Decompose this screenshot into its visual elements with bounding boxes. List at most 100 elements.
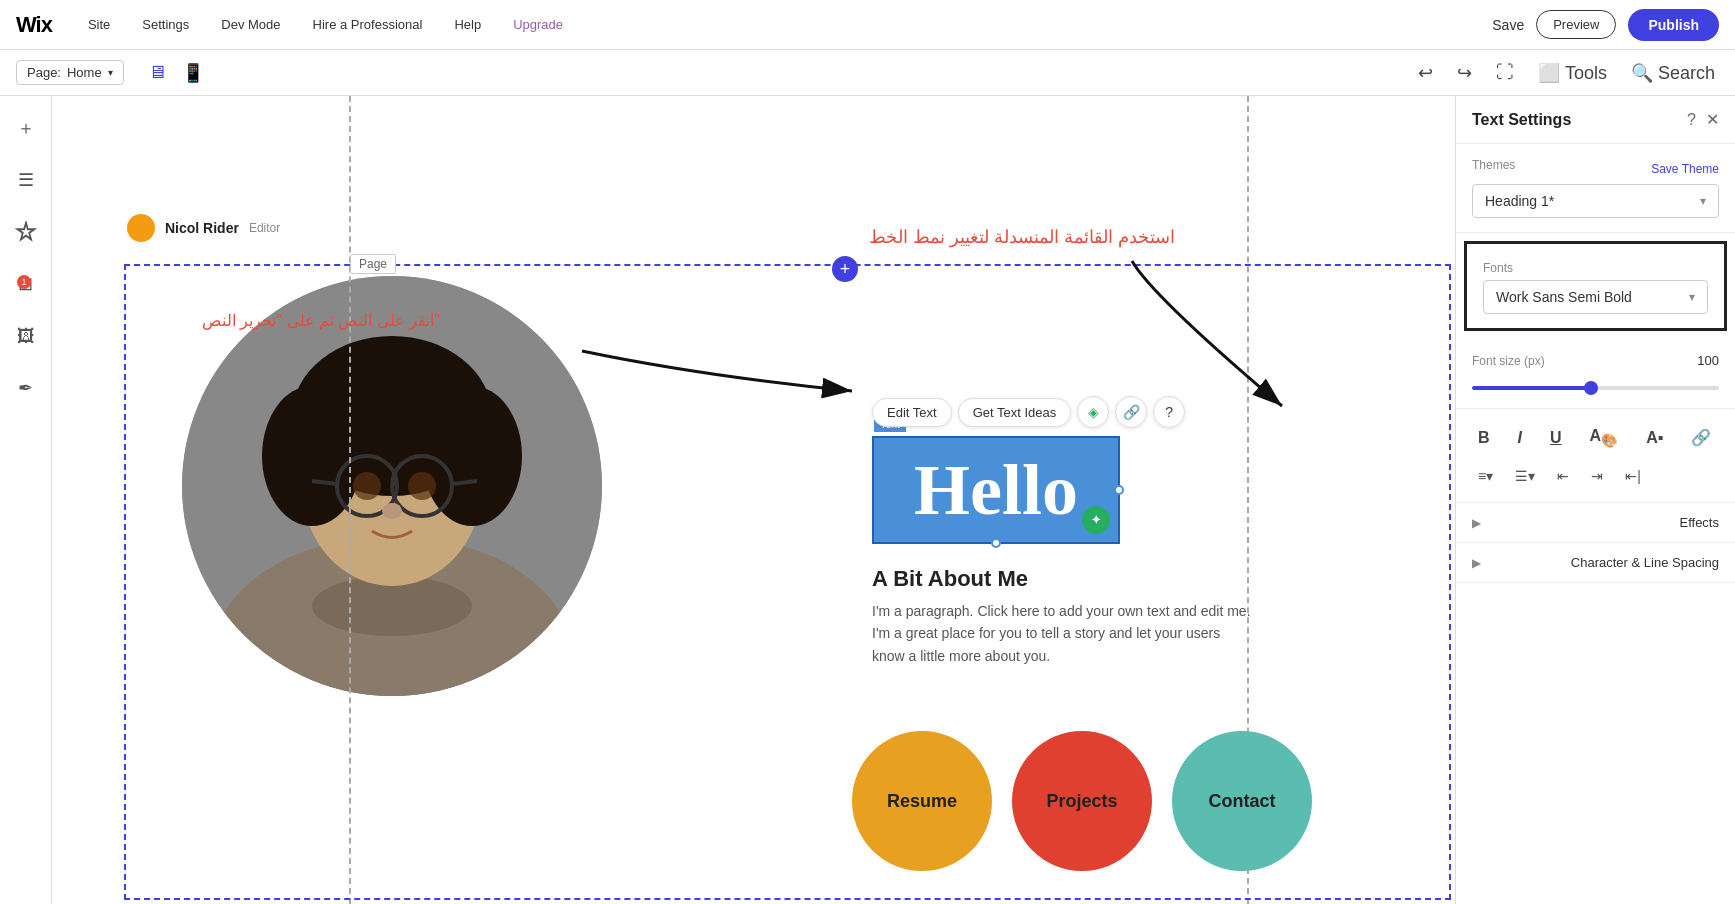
svg-point-17: [382, 503, 402, 519]
page-name: Home: [67, 65, 102, 80]
bold-button[interactable]: B: [1472, 425, 1496, 451]
font-size-section: Font size (px) 100: [1456, 339, 1735, 409]
font-size-label: Font size (px): [1472, 354, 1545, 368]
themes-label: Themes: [1472, 158, 1515, 172]
save-button[interactable]: Save: [1492, 17, 1524, 33]
mobile-icon[interactable]: 📱: [178, 58, 208, 88]
search-icon[interactable]: 🔍 Search: [1627, 58, 1719, 88]
expand-icon[interactable]: ⛶: [1492, 58, 1518, 87]
sidebar-design[interactable]: [10, 216, 42, 248]
font-value: Work Sans Semi Bold: [1496, 289, 1632, 305]
page-label: Page:: [27, 65, 61, 80]
link-text-button[interactable]: 🔗: [1685, 424, 1717, 451]
character-spacing-arrow-icon: ▶: [1472, 556, 1481, 570]
about-text: I'm a paragraph. Click here to add your …: [872, 600, 1252, 667]
top-navigation: Wix Site Settings Dev Mode Hire a Profes…: [0, 0, 1735, 50]
alignment-row: ≡▾ ☰▾ ⇤ ⇥ ⇤|: [1472, 464, 1719, 488]
effects-row: ▶ Effects: [1472, 515, 1719, 530]
fonts-label: Fonts: [1483, 261, 1513, 275]
hello-text[interactable]: Hello: [914, 450, 1078, 530]
effects-arrow-icon: ▶: [1472, 516, 1481, 530]
contact-button[interactable]: Contact: [1172, 731, 1312, 871]
hello-text-box[interactable]: Text Hello ✦: [872, 436, 1120, 544]
undo-icon[interactable]: ↩: [1414, 58, 1437, 88]
heading-option: Heading 1*: [1485, 193, 1554, 209]
resize-handle-bottom[interactable]: [991, 538, 1001, 548]
nav-hire[interactable]: Hire a Professional: [307, 13, 429, 36]
help-icon-button[interactable]: ?: [1153, 396, 1185, 428]
redo-icon[interactable]: ↪: [1453, 58, 1476, 88]
annotation-left: "انقر على النص ثم على "تحرير النص: [202, 311, 440, 330]
align-left-button[interactable]: ≡▾: [1472, 464, 1499, 488]
about-section: A Bit About Me I'm a paragraph. Click he…: [872, 566, 1252, 667]
highlight-button[interactable]: A▪: [1640, 425, 1669, 451]
character-spacing-section[interactable]: ▶ Character & Line Spacing: [1456, 543, 1735, 583]
list-button[interactable]: ☰▾: [1509, 464, 1541, 488]
main-layout: ＋ ☰ ⊞1 🖼 ✒ Nicol Rider Editor Page: [0, 96, 1735, 904]
profile-image: [182, 276, 602, 696]
about-title: A Bit About Me: [872, 566, 1252, 592]
resize-handle-right[interactable]: [1114, 485, 1124, 495]
nav-site[interactable]: Site: [82, 13, 116, 36]
effects-section[interactable]: ▶ Effects: [1456, 503, 1735, 543]
resume-button[interactable]: Resume: [852, 731, 992, 871]
device-icons: 🖥 📱: [144, 58, 208, 88]
projects-button[interactable]: Projects: [1012, 731, 1152, 871]
indent-decrease-button[interactable]: ⇤: [1551, 464, 1575, 488]
nav-devmode[interactable]: Dev Mode: [215, 13, 286, 36]
character-spacing-row: ▶ Character & Line Spacing: [1472, 555, 1719, 570]
sidebar-blog[interactable]: ✒: [10, 372, 42, 404]
ai-icon-button[interactable]: ◈: [1077, 396, 1109, 428]
preview-button[interactable]: Preview: [1536, 10, 1616, 39]
canvas-area: Nicol Rider Editor Page + استخدم القائمة…: [52, 96, 1455, 904]
second-navigation: Page: Home ▾ 🖥 📱 ↩ ↪ ⛶ ⬜ Tools 🔍 Search: [0, 50, 1735, 96]
underline-button[interactable]: U: [1544, 425, 1568, 451]
sidebar-media[interactable]: 🖼: [10, 320, 42, 352]
font-size-row: Font size (px) 100: [1472, 353, 1719, 368]
svg-point-15: [353, 472, 381, 500]
sidebar-pages[interactable]: ☰: [10, 164, 42, 196]
close-panel-icon[interactable]: ✕: [1706, 110, 1719, 129]
cta-buttons: Resume Projects Contact: [852, 731, 1312, 871]
svg-point-16: [408, 472, 436, 500]
get-text-ideas-button[interactable]: Get Text Ideas: [958, 398, 1072, 427]
help-panel-icon[interactable]: ?: [1687, 111, 1696, 129]
panel-header: Text Settings ? ✕: [1456, 96, 1735, 144]
tools-icon[interactable]: ⬜ Tools: [1534, 58, 1611, 88]
effects-label: Effects: [1679, 515, 1719, 530]
heading-chevron-icon: ▾: [1700, 194, 1706, 208]
ai-badge[interactable]: ✦: [1082, 506, 1110, 534]
save-theme-link[interactable]: Save Theme: [1651, 162, 1719, 176]
nav-upgrade[interactable]: Upgrade: [507, 13, 569, 36]
panel-header-icons: ? ✕: [1687, 110, 1719, 129]
rtl-button[interactable]: ⇤|: [1619, 464, 1647, 488]
nav2-right: ↩ ↪ ⛶ ⬜ Tools 🔍 Search: [1414, 58, 1719, 88]
themes-row: Themes Save Theme: [1472, 158, 1719, 180]
sidebar-add[interactable]: ＋: [10, 112, 42, 144]
fonts-section: Fonts Work Sans Semi Bold ▾: [1464, 241, 1727, 331]
desktop-icon[interactable]: 🖥: [144, 58, 170, 88]
sidebar-apps[interactable]: ⊞1: [10, 268, 42, 300]
publish-button[interactable]: Publish: [1628, 9, 1719, 41]
user-avatar: [127, 214, 155, 242]
link-icon-button[interactable]: 🔗: [1115, 396, 1147, 428]
text-color-button[interactable]: A🎨: [1584, 423, 1625, 452]
add-content-button[interactable]: +: [832, 256, 858, 282]
italic-button[interactable]: I: [1512, 425, 1528, 451]
apps-badge: 1: [17, 275, 31, 289]
edit-text-button[interactable]: Edit Text: [872, 398, 952, 427]
nav-settings[interactable]: Settings: [136, 13, 195, 36]
page-selector[interactable]: Page: Home ▾: [16, 60, 124, 85]
font-dropdown[interactable]: Work Sans Semi Bold ▾: [1483, 280, 1708, 314]
hello-text-wrapper[interactable]: ↺ Text Hello ✦: [872, 436, 1120, 544]
font-size-slider[interactable]: [1472, 386, 1719, 390]
panel-title: Text Settings: [1472, 111, 1571, 129]
canvas-inner: Nicol Rider Editor Page + استخدم القائمة…: [52, 96, 1455, 904]
character-spacing-label: Character & Line Spacing: [1571, 555, 1719, 570]
indent-increase-button[interactable]: ⇥: [1585, 464, 1609, 488]
nav-help[interactable]: Help: [448, 13, 487, 36]
font-size-slider-wrapper: [1472, 376, 1719, 394]
left-sidebar: ＋ ☰ ⊞1 🖼 ✒: [0, 96, 52, 904]
user-info-bar: Nicol Rider Editor: [127, 214, 280, 242]
heading-dropdown[interactable]: Heading 1* ▾: [1472, 184, 1719, 218]
